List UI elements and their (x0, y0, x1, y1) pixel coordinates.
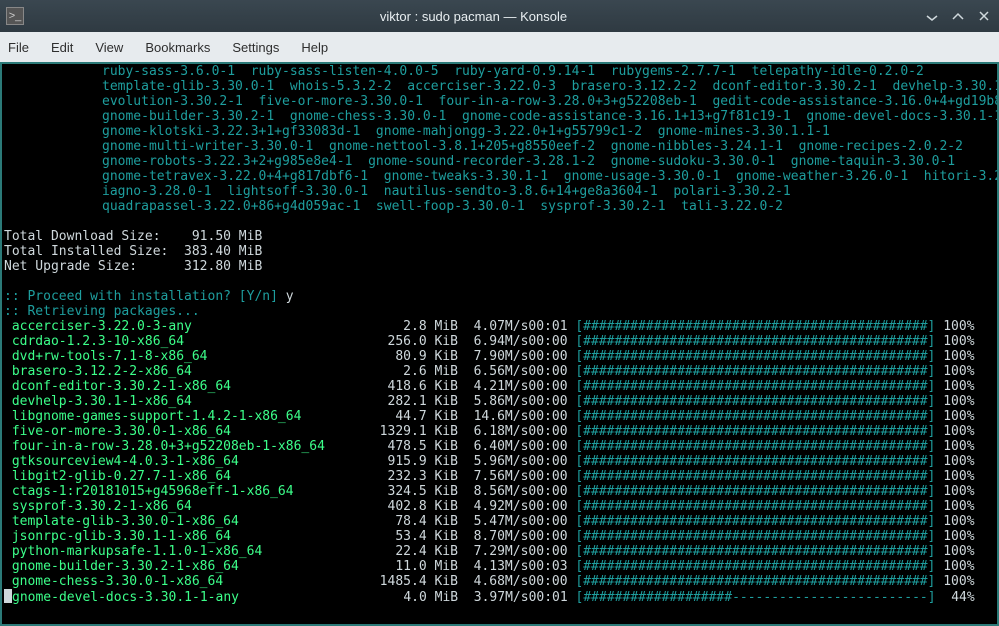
maximize-button[interactable] (949, 7, 967, 25)
download-row: brasero-3.12.2-2-x86_64 2.6 MiB 6.56M/s0… (4, 364, 995, 379)
app-icon: >_ (6, 7, 24, 25)
menu-help[interactable]: Help (301, 40, 328, 55)
installed-size: Total Installed Size: 383.40 MiB (4, 244, 995, 259)
download-row: gnome-devel-docs-3.30.1-1-any 4.0 MiB 3.… (4, 589, 995, 605)
package-list-line: quadrapassel-3.22.0+86+g4d059ac-1 swell-… (4, 199, 995, 214)
download-row: gtksourceview4-4.0.3-1-x86_64 915.9 KiB … (4, 454, 995, 469)
window-title: viktor : sudo pacman — Konsole (24, 9, 923, 24)
menu-edit[interactable]: Edit (51, 40, 73, 55)
upgrade-size: Net Upgrade Size: 312.80 MiB (4, 259, 995, 274)
download-row: ctags-1:r20181015+g45968eff-1-x86_64 324… (4, 484, 995, 499)
package-list-line: iagno-3.28.0-1 lightsoff-3.30.0-1 nautil… (4, 184, 995, 199)
download-row: dvd+rw-tools-7.1-8-x86_64 80.9 KiB 7.90M… (4, 349, 995, 364)
menu-settings[interactable]: Settings (232, 40, 279, 55)
window-titlebar: >_ viktor : sudo pacman — Konsole (0, 0, 999, 32)
download-row: gnome-chess-3.30.0-1-x86_64 1485.4 KiB 4… (4, 574, 995, 589)
minimize-button[interactable] (923, 7, 941, 25)
download-row: four-in-a-row-3.28.0+3+g52208eb-1-x86_64… (4, 439, 995, 454)
download-row: sysprof-3.30.2-1-x86_64 402.8 KiB 4.92M/… (4, 499, 995, 514)
package-list-line: evolution-3.30.2-1 five-or-more-3.30.0-1… (4, 94, 995, 109)
download-row: five-or-more-3.30.0-1-x86_64 1329.1 KiB … (4, 424, 995, 439)
terminal-cursor (4, 589, 12, 603)
download-row: jsonrpc-glib-3.30.1-1-x86_64 53.4 KiB 8.… (4, 529, 995, 544)
window-controls (923, 7, 993, 25)
terminal-area[interactable]: ruby-sass-3.6.0-1 ruby-sass-listen-4.0.0… (2, 64, 997, 624)
menu-view[interactable]: View (95, 40, 123, 55)
package-list-line: gnome-tetravex-3.22.0+4+g817dbf6-1 gnome… (4, 169, 995, 184)
package-list-line: ruby-sass-3.6.0-1 ruby-sass-listen-4.0.0… (4, 64, 995, 79)
download-row: cdrdao-1.2.3-10-x86_64 256.0 KiB 6.94M/s… (4, 334, 995, 349)
package-list-line: gnome-robots-3.22.3+2+g985e8e4-1 gnome-s… (4, 154, 995, 169)
download-row: template-glib-3.30.0-1-x86_64 78.4 KiB 5… (4, 514, 995, 529)
download-row: dconf-editor-3.30.2-1-x86_64 418.6 KiB 4… (4, 379, 995, 394)
install-prompt: :: Proceed with installation? [Y/n] y (4, 289, 995, 304)
download-size: Total Download Size: 91.50 MiB (4, 229, 995, 244)
menu-file[interactable]: File (8, 40, 29, 55)
download-row: libgit2-glib-0.27.7-1-x86_64 232.3 KiB 7… (4, 469, 995, 484)
menu-bar: File Edit View Bookmarks Settings Help (0, 32, 999, 62)
download-row: libgnome-games-support-1.4.2-1-x86_64 44… (4, 409, 995, 424)
retrieving-line: :: Retrieving packages... (4, 304, 995, 319)
download-row: devhelp-3.30.1-1-x86_64 282.1 KiB 5.86M/… (4, 394, 995, 409)
download-row: accerciser-3.22.0-3-any 2.8 MiB 4.07M/s0… (4, 319, 995, 334)
package-list-line: gnome-multi-writer-3.30.0-1 gnome-nettoo… (4, 139, 995, 154)
download-row: python-markupsafe-1.1.0-1-x86_64 22.4 Ki… (4, 544, 995, 559)
download-row: gnome-builder-3.30.2-1-x86_64 11.0 MiB 4… (4, 559, 995, 574)
menu-bookmarks[interactable]: Bookmarks (145, 40, 210, 55)
package-list-line: template-glib-3.30.0-1 whois-5.3.2-2 acc… (4, 79, 995, 94)
package-list-line: gnome-klotski-3.22.3+1+gf33083d-1 gnome-… (4, 124, 995, 139)
close-button[interactable] (975, 7, 993, 25)
package-list-line: gnome-builder-3.30.2-1 gnome-chess-3.30.… (4, 109, 995, 124)
